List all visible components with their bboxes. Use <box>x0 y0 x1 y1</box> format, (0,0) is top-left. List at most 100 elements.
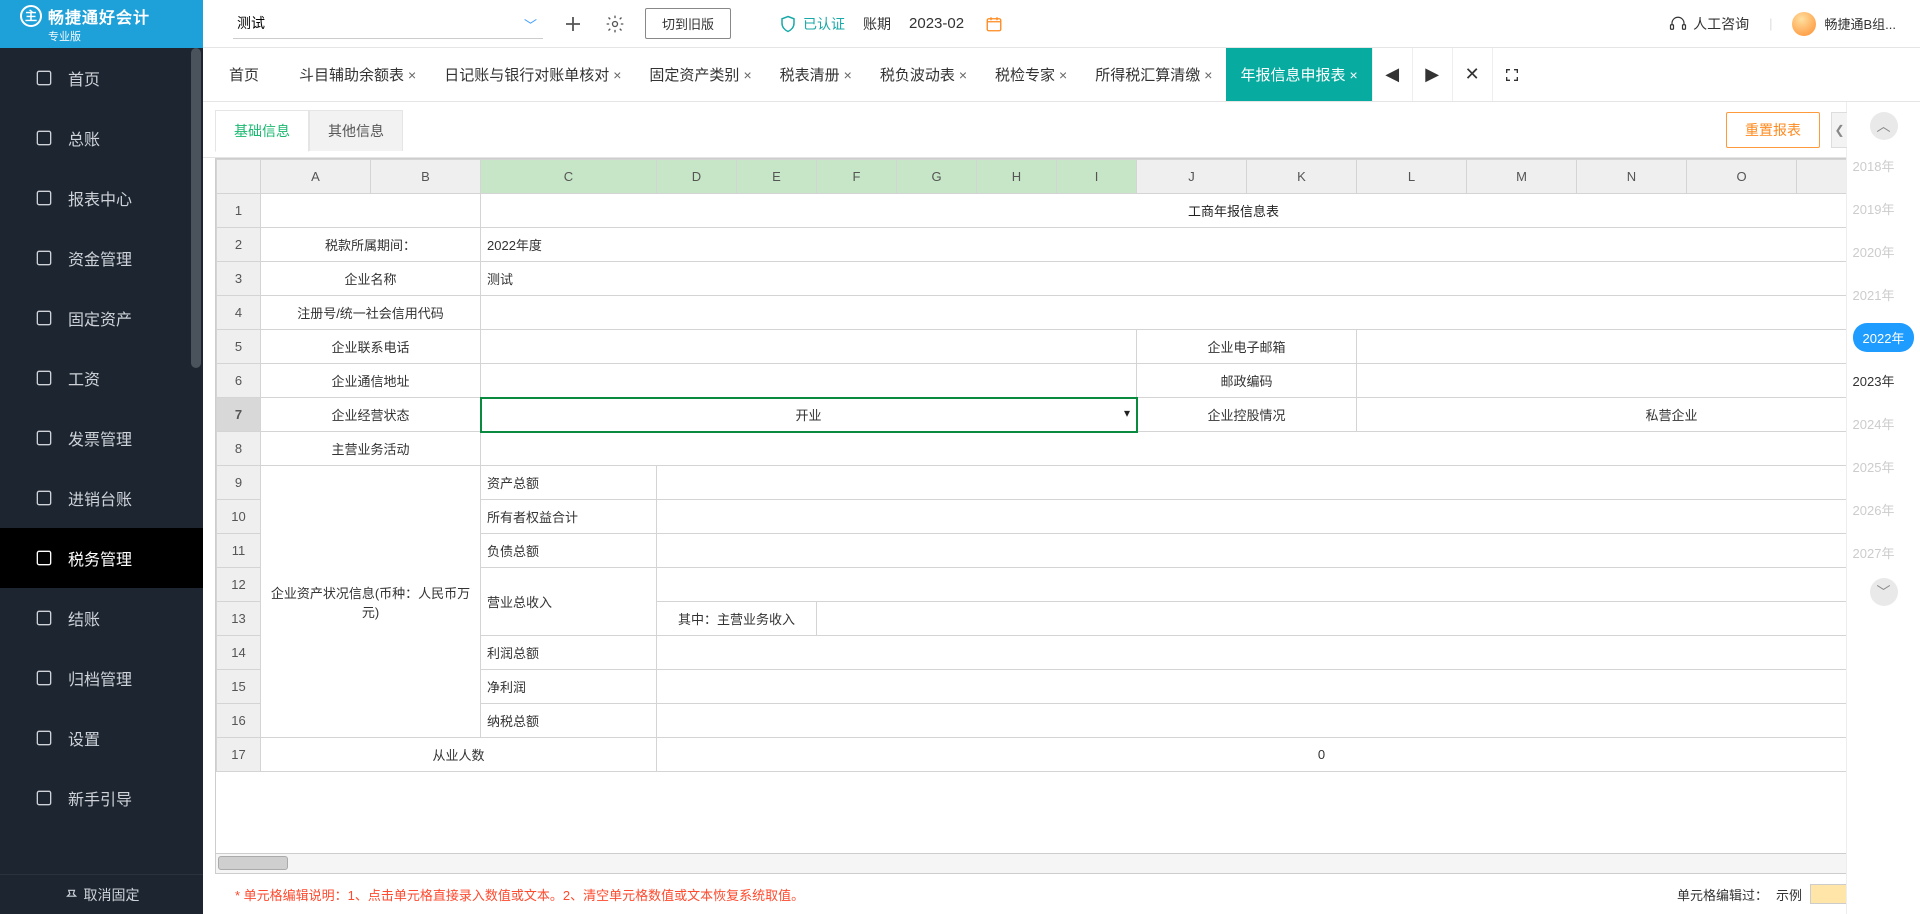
company-input[interactable] <box>233 9 543 39</box>
col-header-I[interactable]: I <box>1057 160 1137 194</box>
col-header-A[interactable]: A <box>261 160 371 194</box>
liabilities-value[interactable] <box>657 534 1891 568</box>
spreadsheet[interactable]: ABCDEFGHIJKLMNOPQ 1工商年报信息表2税款所属期间：2022年度… <box>215 158 1890 854</box>
sidebar-item-building[interactable]: 固定资产 <box>0 288 203 348</box>
tab-2[interactable]: 固定资产类别 × <box>635 48 765 101</box>
year-panel-collapse[interactable]: ❮ <box>1831 112 1847 148</box>
col-header-E[interactable]: E <box>737 160 817 194</box>
subtab-basic[interactable]: 基础信息 <box>215 110 309 152</box>
row-header[interactable]: 8 <box>217 432 261 466</box>
equity-label[interactable]: 所有者权益合计 <box>481 500 657 534</box>
year-2020年[interactable]: 2020年 <box>1853 230 1915 273</box>
year-2024年[interactable]: 2024年 <box>1853 402 1915 445</box>
total-assets-value[interactable] <box>657 466 1891 500</box>
revenue-label[interactable]: 营业总收入 <box>481 568 657 636</box>
calendar-icon[interactable] <box>982 12 1006 36</box>
row-header[interactable]: 17 <box>217 738 261 772</box>
net-profit-label[interactable]: 净利润 <box>481 670 657 704</box>
row-header[interactable]: 12 <box>217 568 261 602</box>
holding-value[interactable]: 私营企业 <box>1357 398 1891 432</box>
col-header-H[interactable]: H <box>977 160 1057 194</box>
row-header[interactable]: 9 <box>217 466 261 500</box>
row-header[interactable]: 6 <box>217 364 261 398</box>
row-header[interactable]: 16 <box>217 704 261 738</box>
row-header[interactable]: 2 <box>217 228 261 262</box>
close-icon[interactable]: × <box>1349 67 1357 83</box>
support-link[interactable]: 人工咨询 <box>1669 14 1749 34</box>
close-icon[interactable]: × <box>743 67 751 83</box>
col-header-L[interactable]: L <box>1357 160 1467 194</box>
sidebar-item-wallet[interactable]: 资金管理 <box>0 228 203 288</box>
holding-label[interactable]: 企业控股情况 <box>1137 398 1357 432</box>
status-label[interactable]: 企业经营状态 <box>261 398 481 432</box>
zip-value[interactable] <box>1357 364 1891 398</box>
phone-label[interactable]: 企业联系电话 <box>261 330 481 364</box>
tabs-scroll-left[interactable]: ◀ <box>1372 48 1412 101</box>
sidebar-item-archive[interactable]: 归档管理 <box>0 648 203 708</box>
row-header[interactable]: 5 <box>217 330 261 364</box>
year-2021年[interactable]: 2021年 <box>1853 273 1915 316</box>
sidebar-item-inout[interactable]: 进销台账 <box>0 468 203 528</box>
unpin-button[interactable]: 取消固定 <box>0 874 203 914</box>
sidebar-item-home[interactable]: 首页 <box>0 48 203 108</box>
liabilities-label[interactable]: 负债总额 <box>481 534 657 568</box>
settings-icon[interactable] <box>603 12 627 36</box>
col-header-M[interactable]: M <box>1467 160 1577 194</box>
sidebar-item-chart[interactable]: 报表中心 <box>0 168 203 228</box>
tab-0[interactable]: 斗目辅助余额表 × <box>285 48 430 101</box>
employees-value[interactable]: 0 <box>657 738 1891 772</box>
fullscreen-button[interactable] <box>1492 48 1532 101</box>
select-all-cell[interactable] <box>217 160 261 194</box>
col-header-K[interactable]: K <box>1247 160 1357 194</box>
main-biz-value[interactable] <box>481 432 1891 466</box>
year-2027年[interactable]: 2027年 <box>1853 531 1915 574</box>
year-2023年[interactable]: 2023年 <box>1853 359 1915 402</box>
sidebar-item-more[interactable] <box>0 828 203 846</box>
row-header[interactable]: 13 <box>217 602 261 636</box>
reset-report-button[interactable]: 重置报表 <box>1726 112 1820 148</box>
col-header-O[interactable]: O <box>1687 160 1797 194</box>
close-icon[interactable]: × <box>1204 67 1212 83</box>
sidebar-item-invoice[interactable]: 发票管理 <box>0 408 203 468</box>
address-label[interactable]: 企业通信地址 <box>261 364 481 398</box>
period-value[interactable]: 2023-02 <box>909 15 964 32</box>
row-header[interactable]: 10 <box>217 500 261 534</box>
switch-old-version-button[interactable]: 切到旧版 <box>645 8 731 39</box>
col-header-D[interactable]: D <box>657 160 737 194</box>
sidebar-item-tax[interactable]: 税务管理 <box>0 528 203 588</box>
year-2019年[interactable]: 2019年 <box>1853 187 1915 230</box>
tab-1[interactable]: 日记账与银行对账单核对 × <box>430 48 635 101</box>
company-name-label[interactable]: 企业名称 <box>261 262 481 296</box>
equity-value[interactable] <box>657 500 1891 534</box>
year-2022年[interactable]: 2022年 <box>1853 323 1915 352</box>
year-2018年[interactable]: 2018年 <box>1853 144 1915 187</box>
status-value[interactable]: 开业▾ <box>481 398 1137 432</box>
main-revenue-value[interactable] <box>817 602 1891 636</box>
total-assets-label[interactable]: 资产总额 <box>481 466 657 500</box>
sidebar-item-book[interactable]: 总账 <box>0 108 203 168</box>
tab-7[interactable]: 年报信息申报表 × <box>1226 48 1371 101</box>
row-header[interactable]: 15 <box>217 670 261 704</box>
row-header[interactable]: 4 <box>217 296 261 330</box>
sidebar-item-gear[interactable]: 设置 <box>0 708 203 768</box>
reg-code-value[interactable] <box>481 296 1891 330</box>
profit-label[interactable]: 利润总额 <box>481 636 657 670</box>
sidebar-item-pay[interactable]: 工资 <box>0 348 203 408</box>
sheet-title[interactable]: 工商年报信息表 <box>481 194 1891 228</box>
year-down-button[interactable]: ﹀ <box>1870 578 1898 606</box>
col-header-C[interactable]: C <box>481 160 657 194</box>
employees-label[interactable]: 从业人数 <box>261 738 657 772</box>
close-icon[interactable]: × <box>844 67 852 83</box>
company-selector[interactable]: ﹀ <box>233 9 543 39</box>
row-header[interactable]: 11 <box>217 534 261 568</box>
year-2026年[interactable]: 2026年 <box>1853 488 1915 531</box>
tab-5[interactable]: 税检专家 × <box>981 48 1081 101</box>
close-icon[interactable]: × <box>613 67 621 83</box>
period-label-cell[interactable]: 税款所属期间： <box>261 228 481 262</box>
subtab-other[interactable]: 其他信息 <box>309 110 403 151</box>
dropdown-caret-icon[interactable]: ▾ <box>1124 406 1130 420</box>
tax-total-label[interactable]: 纳税总额 <box>481 704 657 738</box>
col-header-F[interactable]: F <box>817 160 897 194</box>
reg-code-label[interactable]: 注册号/统一社会信用代码 <box>261 296 481 330</box>
year-up-button[interactable]: ︿ <box>1870 112 1898 140</box>
